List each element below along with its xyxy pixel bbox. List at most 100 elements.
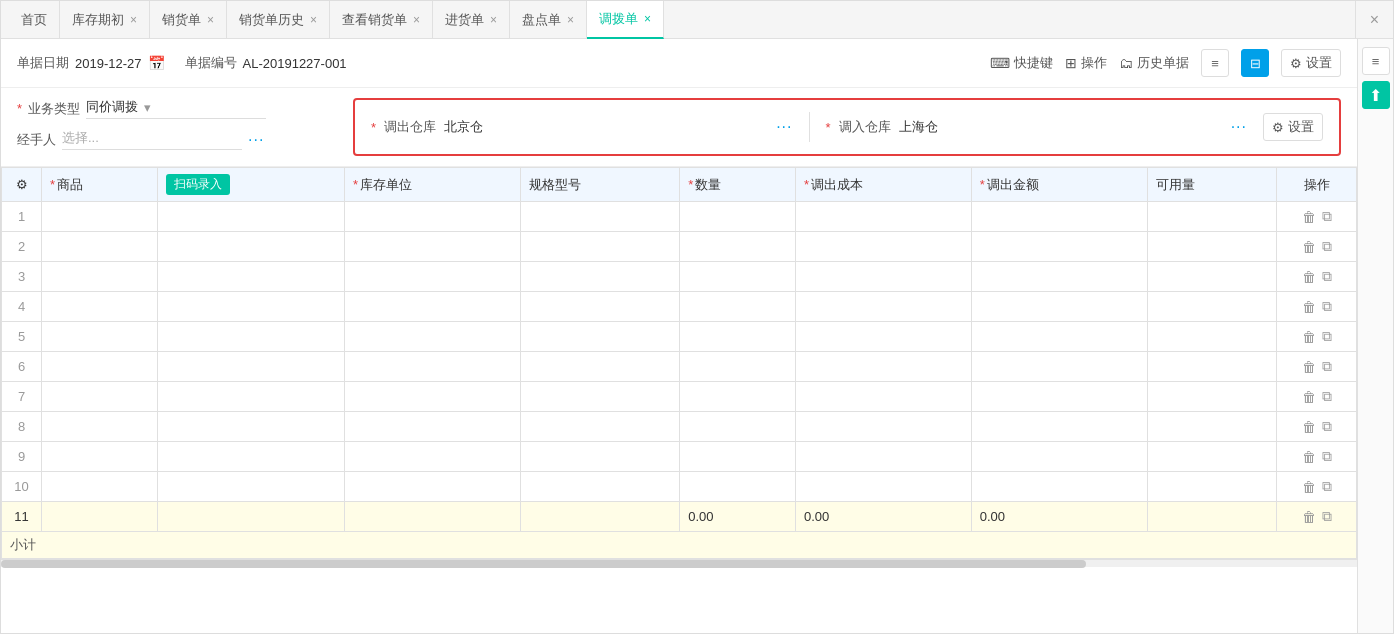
tab-purchase-order[interactable]: 进货单 × [433, 1, 510, 39]
cell-cost[interactable] [795, 232, 971, 262]
tab-view-sales[interactable]: 查看销货单 × [330, 1, 433, 39]
horizontal-scrollbar[interactable] [1, 559, 1357, 567]
tab-inventory-check[interactable]: 盘点单 × [510, 1, 587, 39]
handler-dropdown[interactable]: 选择... [62, 129, 242, 150]
cell-spec[interactable] [520, 412, 679, 442]
cell-product[interactable] [42, 472, 158, 502]
cell-cost[interactable] [795, 382, 971, 412]
business-type-arrow[interactable]: ▾ [144, 100, 151, 115]
cell-amount[interactable] [971, 442, 1147, 472]
cell-qty[interactable] [680, 442, 796, 472]
delete-subtotal-icon[interactable]: 🗑 [1302, 509, 1316, 525]
tab-sales-order[interactable]: 销货单 × [150, 1, 227, 39]
delete-row-icon[interactable]: 🗑 [1302, 389, 1316, 405]
cell-cost[interactable] [795, 322, 971, 352]
cell-unit[interactable] [344, 292, 520, 322]
shortcuts-button[interactable]: ⌨ 快捷键 [990, 54, 1053, 72]
cell-amount[interactable] [971, 472, 1147, 502]
tab-home[interactable]: 首页 [9, 1, 60, 39]
cell-cost[interactable] [795, 472, 971, 502]
tab-transfer-order[interactable]: 调拨单 × [587, 1, 664, 39]
sidebar-list-button[interactable]: ≡ [1362, 47, 1390, 75]
warehouse-settings-button[interactable]: ⚙ 设置 [1263, 113, 1323, 141]
settings-gear-icon[interactable]: ⚙ [16, 177, 28, 192]
cell-unit[interactable] [344, 352, 520, 382]
cell-qty[interactable] [680, 292, 796, 322]
cell-amount[interactable] [971, 232, 1147, 262]
cell-unit[interactable] [344, 442, 520, 472]
cell-unit[interactable] [344, 202, 520, 232]
copy-row-icon[interactable]: ⧉ [1322, 238, 1332, 255]
cell-product[interactable] [42, 292, 158, 322]
cell-spec[interactable] [520, 472, 679, 502]
cell-amount[interactable] [971, 352, 1147, 382]
history-button[interactable]: 🗂 历史单据 [1119, 54, 1189, 72]
cell-cost[interactable] [795, 292, 971, 322]
cell-amount[interactable] [971, 322, 1147, 352]
copy-row-icon[interactable]: ⧉ [1322, 328, 1332, 345]
close-sales-order[interactable]: × [207, 13, 214, 27]
cell-qty[interactable] [680, 262, 796, 292]
cell-spec[interactable] [520, 262, 679, 292]
cell-qty[interactable] [680, 322, 796, 352]
close-transfer-order[interactable]: × [644, 12, 651, 26]
cell-unit[interactable] [344, 232, 520, 262]
cell-qty[interactable] [680, 412, 796, 442]
copy-row-icon[interactable]: ⧉ [1322, 388, 1332, 405]
delete-row-icon[interactable]: 🗑 [1302, 419, 1316, 435]
scrollbar-thumb[interactable] [1, 560, 1086, 568]
cell-spec[interactable] [520, 352, 679, 382]
cell-cost[interactable] [795, 202, 971, 232]
cell-product[interactable] [42, 352, 158, 382]
cell-amount[interactable] [971, 292, 1147, 322]
cell-qty[interactable] [680, 352, 796, 382]
copy-subtotal-icon[interactable]: ⧉ [1322, 508, 1332, 525]
cell-qty[interactable] [680, 472, 796, 502]
cell-cost[interactable] [795, 412, 971, 442]
cell-product[interactable] [42, 442, 158, 472]
delete-row-icon[interactable]: 🗑 [1302, 239, 1316, 255]
cell-spec[interactable] [520, 382, 679, 412]
business-type-dropdown[interactable]: 同价调拨 ▾ [86, 98, 266, 119]
cell-product[interactable] [42, 232, 158, 262]
close-purchase-order[interactable]: × [490, 13, 497, 27]
cell-cost[interactable] [795, 442, 971, 472]
layout2-button[interactable]: ⊟ [1241, 49, 1269, 77]
cell-product[interactable] [42, 322, 158, 352]
cell-product[interactable] [42, 412, 158, 442]
delete-row-icon[interactable]: 🗑 [1302, 299, 1316, 315]
copy-row-icon[interactable]: ⧉ [1322, 208, 1332, 225]
copy-row-icon[interactable]: ⧉ [1322, 358, 1332, 375]
close-inventory-init[interactable]: × [130, 13, 137, 27]
cell-spec[interactable] [520, 322, 679, 352]
cell-unit[interactable] [344, 262, 520, 292]
tab-sales-history[interactable]: 销货单历史 × [227, 1, 330, 39]
warehouse-out-more-button[interactable]: ··· [776, 118, 792, 136]
handler-more-button[interactable]: ··· [248, 131, 264, 149]
cell-amount[interactable] [971, 412, 1147, 442]
close-inventory-check[interactable]: × [567, 13, 574, 27]
delete-row-icon[interactable]: 🗑 [1302, 449, 1316, 465]
copy-row-icon[interactable]: ⧉ [1322, 448, 1332, 465]
copy-row-icon[interactable]: ⧉ [1322, 478, 1332, 495]
copy-row-icon[interactable]: ⧉ [1322, 418, 1332, 435]
cell-amount[interactable] [971, 382, 1147, 412]
cell-cost[interactable] [795, 262, 971, 292]
cell-product[interactable] [42, 202, 158, 232]
th-settings[interactable]: ⚙ [2, 168, 42, 202]
cell-unit[interactable] [344, 412, 520, 442]
calendar-icon[interactable]: 📅 [148, 55, 165, 71]
operations-button[interactable]: ⊞ 操作 [1065, 54, 1107, 72]
delete-row-icon[interactable]: 🗑 [1302, 359, 1316, 375]
cell-spec[interactable] [520, 442, 679, 472]
cell-amount[interactable] [971, 262, 1147, 292]
delete-row-icon[interactable]: 🗑 [1302, 329, 1316, 345]
cell-spec[interactable] [520, 292, 679, 322]
cell-spec[interactable] [520, 202, 679, 232]
cell-product[interactable] [42, 262, 158, 292]
cell-qty[interactable] [680, 382, 796, 412]
sidebar-export-button[interactable]: ⬆ [1362, 81, 1390, 109]
cell-product[interactable] [42, 382, 158, 412]
close-view-sales[interactable]: × [413, 13, 420, 27]
cell-qty[interactable] [680, 202, 796, 232]
